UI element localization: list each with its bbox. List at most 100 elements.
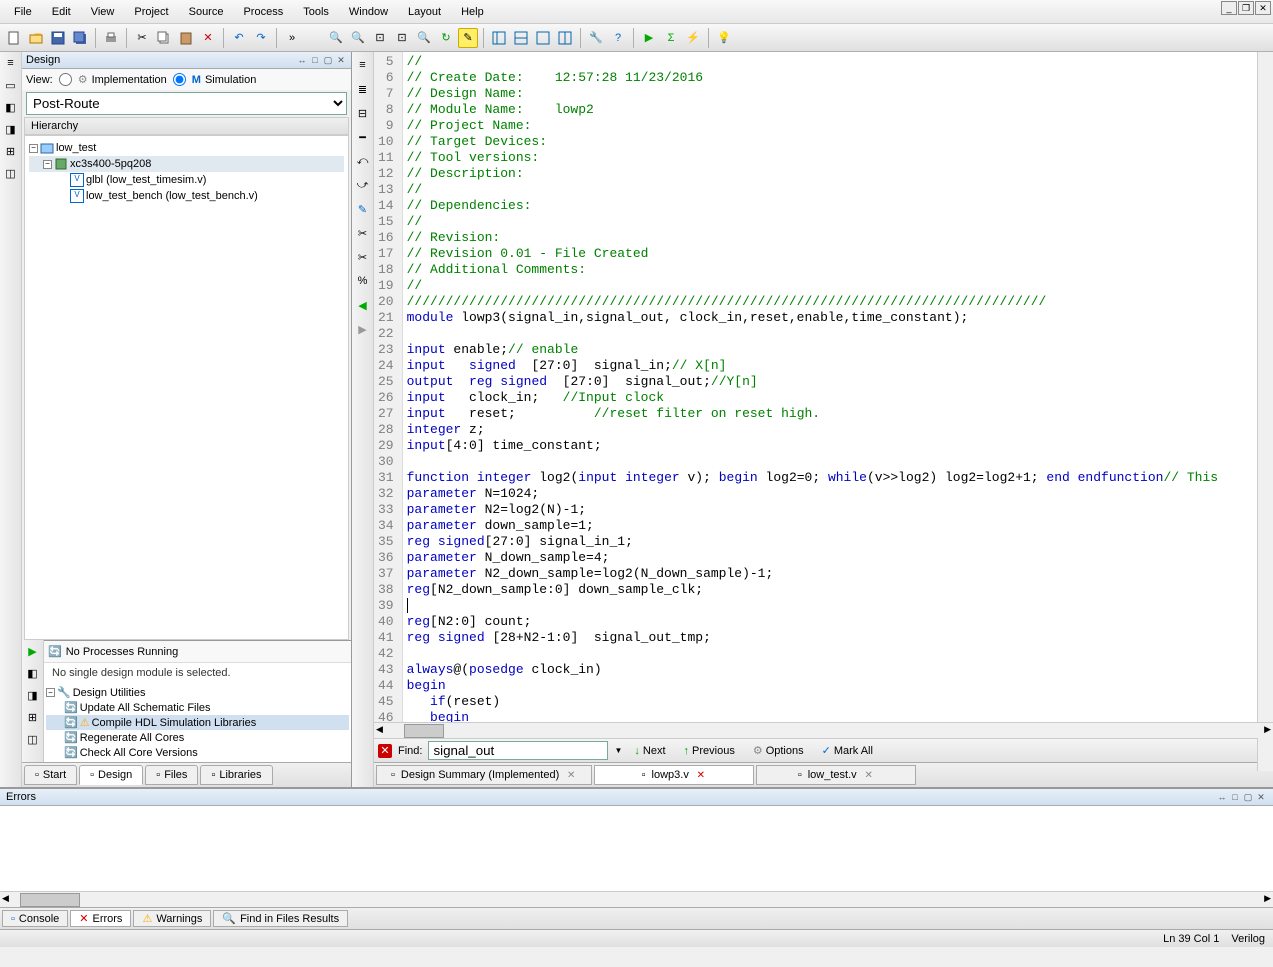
window-close[interactable]: ✕ bbox=[1255, 1, 1271, 15]
horizontal-scrollbar[interactable]: ◀ ▶ bbox=[374, 722, 1273, 738]
close-tab-icon[interactable]: ✕ bbox=[565, 769, 577, 781]
window-minimize[interactable]: _ bbox=[1221, 1, 1237, 15]
proc-item[interactable]: 🔄Check All Core Versions bbox=[46, 745, 349, 760]
menu-layout[interactable]: Layout bbox=[398, 2, 451, 22]
tree-device[interactable]: − xc3s400-5pq208 bbox=[29, 156, 344, 172]
find-next-button[interactable]: ↓Next bbox=[628, 744, 671, 758]
panel-max-icon[interactable]: ▢ bbox=[1242, 791, 1254, 803]
save-all-icon[interactable] bbox=[70, 28, 90, 48]
ed-back-icon[interactable]: ◀ bbox=[354, 296, 372, 314]
close-tab-icon[interactable]: ✕ bbox=[695, 769, 707, 781]
ed-pencil-icon[interactable]: ✎ bbox=[354, 200, 372, 218]
delete-icon[interactable]: ✕ bbox=[198, 28, 218, 48]
menu-source[interactable]: Source bbox=[179, 2, 234, 22]
scroll-thumb[interactable] bbox=[404, 724, 444, 738]
vt-icon-4[interactable]: ◨ bbox=[2, 120, 20, 138]
implementation-radio[interactable] bbox=[59, 73, 72, 86]
tab-start[interactable]: ▫Start bbox=[24, 765, 77, 785]
tree-root[interactable]: − low_test bbox=[29, 140, 344, 156]
tab-libraries[interactable]: ▫Libraries bbox=[200, 765, 272, 785]
ed-icon-8[interactable]: ✂ bbox=[354, 224, 372, 242]
layout3-icon[interactable] bbox=[533, 28, 553, 48]
find-icon[interactable]: 🔍 bbox=[414, 28, 434, 48]
vt-icon-3[interactable]: ◧ bbox=[2, 98, 20, 116]
help-icon[interactable]: ? bbox=[608, 28, 628, 48]
vt-icon-1[interactable]: ≡ bbox=[2, 54, 20, 72]
ed-icon-5[interactable]: ⤺ bbox=[354, 152, 372, 170]
tree-file[interactable]: V low_test_bench (low_test_bench.v) bbox=[29, 188, 344, 204]
highlight-icon[interactable]: ✎ bbox=[458, 28, 478, 48]
zoom-out-icon[interactable]: 🔍 bbox=[348, 28, 368, 48]
find-markall-button[interactable]: ✓Mark All bbox=[816, 743, 879, 758]
vertical-scrollbar[interactable] bbox=[1257, 52, 1273, 722]
panel-arrow-icon[interactable]: ↔ bbox=[1216, 791, 1228, 803]
sigma-icon[interactable]: Σ bbox=[661, 28, 681, 48]
layout2-icon[interactable] bbox=[511, 28, 531, 48]
paste-icon[interactable] bbox=[176, 28, 196, 48]
undo-icon[interactable]: ↶ bbox=[229, 28, 249, 48]
menu-file[interactable]: File bbox=[4, 2, 42, 22]
ed-icon-9[interactable]: ✂ bbox=[354, 248, 372, 266]
vt-icon-5[interactable]: ⊞ bbox=[2, 142, 20, 160]
tab-design[interactable]: ▫Design bbox=[79, 765, 143, 785]
menu-view[interactable]: View bbox=[81, 2, 125, 22]
menu-help[interactable]: Help bbox=[451, 2, 494, 22]
menu-project[interactable]: Project bbox=[124, 2, 178, 22]
expander-icon[interactable]: − bbox=[46, 688, 55, 697]
run-icon[interactable]: ▶ bbox=[639, 28, 659, 48]
proc-item[interactable]: 🔄Update All Schematic Files bbox=[46, 700, 349, 715]
errors-scrollbar[interactable]: ◀ ▶ bbox=[0, 891, 1273, 907]
sim-mode-dropdown[interactable]: Post-Route bbox=[26, 92, 347, 115]
menu-tools[interactable]: Tools bbox=[293, 2, 339, 22]
proc-icon-3[interactable]: ◨ bbox=[24, 686, 42, 704]
tab-files[interactable]: ▫Files bbox=[145, 765, 198, 785]
ed-icon-6[interactable]: ⤻ bbox=[354, 176, 372, 194]
proc-root[interactable]: − 🔧 Design Utilities bbox=[46, 685, 349, 700]
proc-icon-2[interactable]: ◧ bbox=[24, 664, 42, 682]
errors-list[interactable] bbox=[0, 806, 1273, 891]
close-tab-icon[interactable]: ✕ bbox=[863, 769, 875, 781]
save-icon[interactable] bbox=[48, 28, 68, 48]
panel-float-icon[interactable]: □ bbox=[309, 54, 321, 66]
panel-arrow-icon[interactable]: ↔ bbox=[296, 54, 308, 66]
find-prev-button[interactable]: ↑Previous bbox=[678, 744, 741, 758]
tree-file[interactable]: V glbl (low_test_timesim.v) bbox=[29, 172, 344, 188]
print-icon[interactable] bbox=[101, 28, 121, 48]
new-icon[interactable] bbox=[4, 28, 24, 48]
proc-item[interactable]: 🔄⚠Compile HDL Simulation Libraries bbox=[46, 715, 349, 730]
ed-icon-10[interactable]: % bbox=[354, 272, 372, 290]
tool-icon[interactable]: 🔧 bbox=[586, 28, 606, 48]
expander-icon[interactable]: − bbox=[43, 160, 52, 169]
panel-close-icon[interactable]: ✕ bbox=[1255, 791, 1267, 803]
scroll-thumb[interactable] bbox=[20, 893, 80, 907]
output-tab-console[interactable]: ▫Console bbox=[2, 910, 68, 927]
output-tab-find-in-files-results[interactable]: 🔍Find in Files Results bbox=[213, 910, 348, 927]
menu-process[interactable]: Process bbox=[233, 2, 293, 22]
output-tab-errors[interactable]: ✕Errors bbox=[70, 910, 131, 927]
editor-tab[interactable]: ▫lowp3.v✕ bbox=[594, 765, 754, 785]
ed-icon-1[interactable]: ≡ bbox=[354, 56, 372, 74]
proc-icon-4[interactable]: ⊞ bbox=[24, 708, 42, 726]
layout4-icon[interactable] bbox=[555, 28, 575, 48]
panel-max-icon[interactable]: ▢ bbox=[322, 54, 334, 66]
more-icon[interactable]: » bbox=[282, 28, 302, 48]
editor-tab[interactable]: ▫low_test.v✕ bbox=[756, 765, 916, 785]
output-tab-warnings[interactable]: ⚠Warnings bbox=[133, 910, 211, 927]
panel-float-icon[interactable]: □ bbox=[1229, 791, 1241, 803]
copy-icon[interactable] bbox=[154, 28, 174, 48]
hierarchy-tree[interactable]: − low_test − xc3s400-5pq208 V glbl (low_… bbox=[24, 135, 349, 640]
ed-fwd-icon[interactable]: ▶ bbox=[354, 320, 372, 338]
simulation-radio[interactable] bbox=[173, 73, 186, 86]
bulb-icon[interactable]: 💡 bbox=[714, 28, 734, 48]
zoom-in-icon[interactable]: 🔍 bbox=[326, 28, 346, 48]
menu-edit[interactable]: Edit bbox=[42, 2, 81, 22]
editor-tab[interactable]: ▫Design Summary (Implemented)✕ bbox=[376, 765, 592, 785]
proc-icon-5[interactable]: ◫ bbox=[24, 730, 42, 748]
expander-icon[interactable]: − bbox=[29, 144, 38, 153]
find-close-icon[interactable]: ✕ bbox=[378, 744, 392, 758]
panel-close-icon[interactable]: ✕ bbox=[335, 54, 347, 66]
impact-icon[interactable]: ⚡ bbox=[683, 28, 703, 48]
zoom-fit-icon[interactable]: ⊡ bbox=[370, 28, 390, 48]
ed-icon-4[interactable]: ━ bbox=[354, 128, 372, 146]
refresh-icon[interactable]: ↻ bbox=[436, 28, 456, 48]
